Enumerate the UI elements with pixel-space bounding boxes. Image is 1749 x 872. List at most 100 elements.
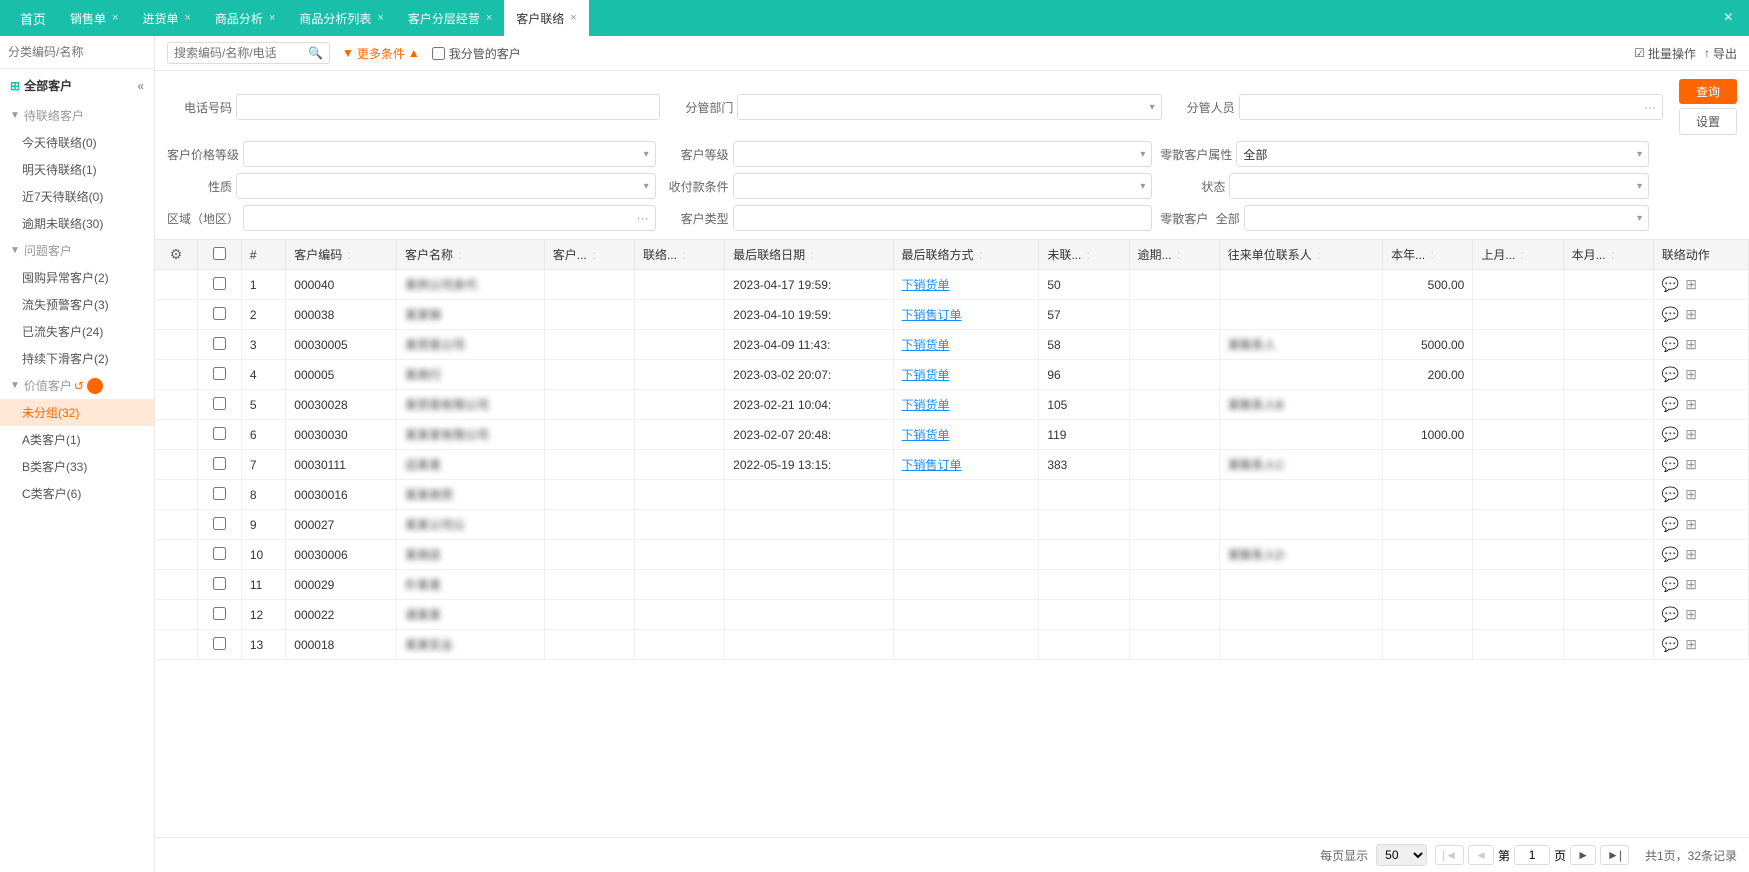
select-all-checkbox[interactable]: [213, 247, 226, 260]
grid-action-icon[interactable]: ⊞: [1685, 306, 1697, 323]
nav-tab-customer-contact[interactable]: 客户联络 ×: [504, 0, 588, 36]
chat-icon[interactable]: 💬: [1662, 546, 1679, 563]
phone-input[interactable]: [236, 94, 660, 120]
sidebar-item-class-b[interactable]: B类客户(33): [0, 453, 154, 480]
reset-btn[interactable]: 设置: [1679, 108, 1737, 135]
chat-icon[interactable]: 💬: [1662, 486, 1679, 503]
customer-type-input[interactable]: [733, 205, 1153, 231]
close-tab-customer-segment[interactable]: ×: [486, 12, 492, 24]
close-tab-goods-list[interactable]: ×: [377, 12, 383, 24]
row-last-way[interactable]: [893, 510, 1039, 540]
chat-icon[interactable]: 💬: [1662, 516, 1679, 533]
row-checkbox[interactable]: [198, 330, 242, 360]
row-checkbox[interactable]: [198, 510, 242, 540]
row-checkbox[interactable]: [198, 360, 242, 390]
window-close-btn[interactable]: ×: [1716, 9, 1741, 27]
nature-dropdown[interactable]: ▾: [236, 173, 656, 199]
search-input[interactable]: [174, 46, 304, 60]
sidebar-all-customers[interactable]: ⊞ 全部客户 «: [0, 69, 154, 102]
chat-icon[interactable]: 💬: [1662, 606, 1679, 623]
sidebar-item-churned[interactable]: 已流失客户(24): [0, 318, 154, 345]
my-customers-checkbox-label[interactable]: 我分管的客户: [432, 45, 521, 62]
sidebar-search-input[interactable]: [8, 45, 155, 59]
row-last-way[interactable]: 下销货单: [893, 270, 1039, 300]
sidebar-collapse-btn[interactable]: «: [137, 79, 144, 93]
row-checkbox[interactable]: [198, 300, 242, 330]
row-checkbox[interactable]: [198, 450, 242, 480]
grid-action-icon[interactable]: ⊞: [1685, 486, 1697, 503]
payment-dropdown[interactable]: ▾: [733, 173, 1153, 199]
sidebar-item-class-a[interactable]: A类客户(1): [0, 426, 154, 453]
nav-tab-purchase[interactable]: 进货单 ×: [130, 0, 202, 36]
grid-action-icon[interactable]: ⊞: [1685, 366, 1697, 383]
sidebar-item-overdue[interactable]: 逾期未联络(30): [0, 210, 154, 237]
close-tab-sales[interactable]: ×: [112, 12, 118, 24]
first-page-btn[interactable]: |◄: [1435, 845, 1464, 865]
sidebar-item-tomorrow[interactable]: 明天待联络(1): [0, 156, 154, 183]
sidebar-section-problem[interactable]: ▼ 问题客户: [0, 237, 154, 264]
retail-attr-dropdown[interactable]: 全部 ▾: [1236, 141, 1649, 167]
nav-tab-sales[interactable]: 销售单 ×: [58, 0, 130, 36]
row-checkbox[interactable]: [198, 570, 242, 600]
query-btn[interactable]: 查询: [1679, 79, 1737, 104]
nav-tab-goods-analysis[interactable]: 商品分析 ×: [203, 0, 287, 36]
sidebar-item-today[interactable]: 今天待联络(0): [0, 129, 154, 156]
row-last-way[interactable]: [893, 540, 1039, 570]
per-page-select[interactable]: 50 100 200: [1376, 844, 1427, 866]
nav-home[interactable]: 首页: [8, 9, 58, 28]
chat-icon[interactable]: 💬: [1662, 366, 1679, 383]
status-dropdown[interactable]: ▾: [1229, 173, 1649, 199]
row-last-way[interactable]: 下销售订单: [893, 450, 1039, 480]
my-customers-checkbox[interactable]: [432, 47, 445, 60]
chat-icon[interactable]: 💬: [1662, 636, 1679, 653]
row-last-way[interactable]: 下销货单: [893, 390, 1039, 420]
col-gear[interactable]: ⚙: [155, 240, 198, 270]
close-tab-goods-analysis[interactable]: ×: [269, 12, 275, 24]
grid-action-icon[interactable]: ⊞: [1685, 336, 1697, 353]
sidebar-item-7days[interactable]: 近7天待联络(0): [0, 183, 154, 210]
chat-icon[interactable]: 💬: [1662, 456, 1679, 473]
row-checkbox[interactable]: [198, 270, 242, 300]
close-tab-customer-contact[interactable]: ×: [570, 12, 576, 24]
sidebar-item-hoarding[interactable]: 囤购异常客户(2): [0, 264, 154, 291]
customer-level-dropdown[interactable]: ▾: [733, 141, 1153, 167]
grid-action-icon[interactable]: ⊞: [1685, 456, 1697, 473]
sidebar-section-pending[interactable]: ▼ 待联络客户: [0, 102, 154, 129]
grid-action-icon[interactable]: ⊞: [1685, 396, 1697, 413]
row-last-way[interactable]: 下销货单: [893, 360, 1039, 390]
chat-icon[interactable]: 💬: [1662, 396, 1679, 413]
gear-icon[interactable]: ⚙: [170, 246, 183, 262]
next-page-btn[interactable]: ►: [1570, 845, 1596, 865]
sidebar-section-value[interactable]: ▼ 价值客户 ↺: [0, 372, 154, 399]
page-input[interactable]: [1514, 845, 1550, 865]
row-checkbox[interactable]: [198, 420, 242, 450]
nav-tab-goods-list[interactable]: 商品分析列表 ×: [287, 0, 395, 36]
batch-operation-btn[interactable]: ☑ 批量操作: [1634, 45, 1696, 62]
sidebar-item-churn-warning[interactable]: 流失预警客户(3): [0, 291, 154, 318]
row-last-way[interactable]: [893, 600, 1039, 630]
grid-action-icon[interactable]: ⊞: [1685, 606, 1697, 623]
price-level-dropdown[interactable]: ▾: [243, 141, 656, 167]
grid-action-icon[interactable]: ⊞: [1685, 576, 1697, 593]
row-checkbox[interactable]: [198, 390, 242, 420]
row-checkbox[interactable]: [198, 480, 242, 510]
grid-action-icon[interactable]: ⊞: [1685, 636, 1697, 653]
chat-icon[interactable]: 💬: [1662, 576, 1679, 593]
row-checkbox[interactable]: [198, 540, 242, 570]
chat-icon[interactable]: 💬: [1662, 336, 1679, 353]
grid-action-icon[interactable]: ⊞: [1685, 516, 1697, 533]
grid-action-icon[interactable]: ⊞: [1685, 426, 1697, 443]
export-btn[interactable]: ↑ 导出: [1704, 45, 1737, 62]
row-last-way[interactable]: 下销售订单: [893, 300, 1039, 330]
last-page-btn[interactable]: ►|: [1600, 845, 1629, 865]
more-conditions-btn[interactable]: ▼ 更多条件 ▲: [342, 45, 420, 62]
grid-action-icon[interactable]: ⊞: [1685, 546, 1697, 563]
grid-action-icon[interactable]: ⊞: [1685, 276, 1697, 293]
row-last-way[interactable]: [893, 480, 1039, 510]
chat-icon[interactable]: 💬: [1662, 276, 1679, 293]
sidebar-item-ungroup[interactable]: 未分组(32): [0, 399, 154, 426]
row-last-way[interactable]: 下销货单: [893, 330, 1039, 360]
nav-tab-customer-segment[interactable]: 客户分层经营 ×: [396, 0, 504, 36]
row-last-way[interactable]: 下销货单: [893, 420, 1039, 450]
dept-dropdown[interactable]: ▾: [737, 94, 1161, 120]
